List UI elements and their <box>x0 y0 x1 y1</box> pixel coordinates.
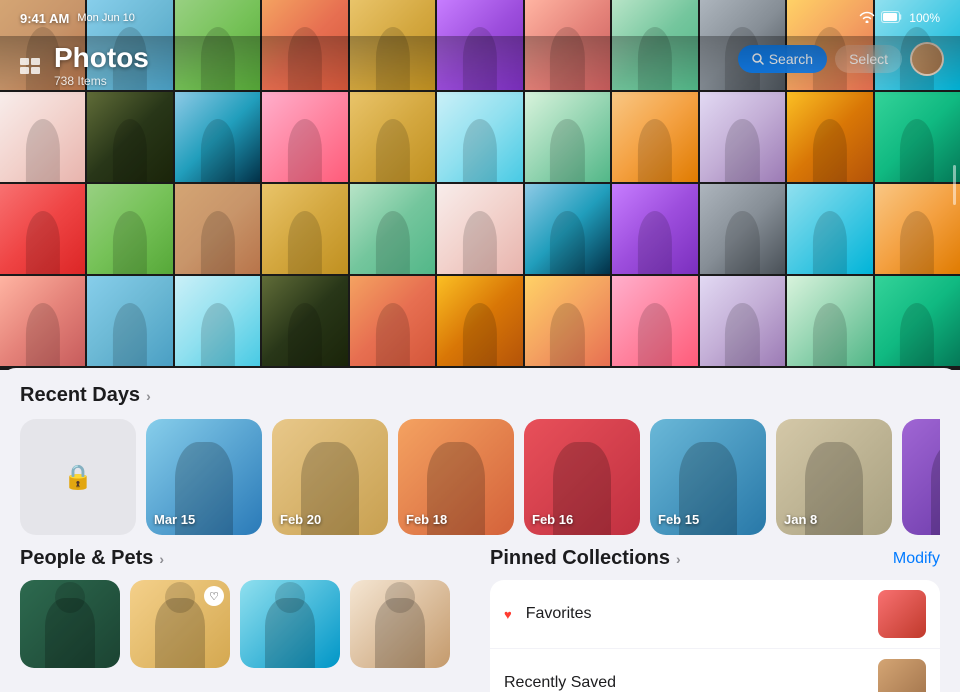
photo-cell[interactable] <box>787 92 872 182</box>
pinned-item-label-recently-saved: Recently Saved <box>504 674 616 692</box>
pinned-collections-section: Pinned Collections › Modify ♥ Favorites <box>490 547 940 692</box>
photo-cell[interactable] <box>700 184 785 274</box>
header-overlay: Photos 738 Items <box>0 36 960 96</box>
photo-cell[interactable] <box>875 92 960 182</box>
recent-days-header: Recent Days › <box>20 384 940 407</box>
photo-cell[interactable] <box>350 276 435 366</box>
person-card-1[interactable] <box>20 580 120 668</box>
day-card-hidden[interactable]: 🔒 <box>20 419 136 535</box>
day-card-mar15[interactable]: Mar 15 <box>146 419 262 535</box>
recent-days-title[interactable]: Recent Days › <box>20 384 151 407</box>
photo-cell[interactable] <box>612 276 697 366</box>
status-time: 9:41 AM Mon Jun 10 <box>20 11 135 26</box>
photo-cell[interactable] <box>437 92 522 182</box>
day-card-label-feb16: Feb 16 <box>532 512 573 527</box>
photo-cell[interactable] <box>700 92 785 182</box>
photo-cell[interactable] <box>87 276 172 366</box>
person-card-3[interactable] <box>240 580 340 668</box>
person-card-4[interactable] <box>350 580 450 668</box>
people-pets-section: People & Pets › ♡ <box>20 547 470 692</box>
photo-cell[interactable] <box>175 276 260 366</box>
photo-cell[interactable] <box>612 184 697 274</box>
photo-cell[interactable] <box>437 184 522 274</box>
photos-count: 738 Items <box>54 74 149 88</box>
bottom-section: Recent Days › 🔒 Mar 15 Feb 20 Feb 18 <box>0 368 960 692</box>
battery-icon <box>881 11 903 26</box>
status-bar: 9:41 AM Mon Jun 10 100% <box>0 0 960 36</box>
day-card-feb16[interactable]: Feb 16 <box>524 419 640 535</box>
heart-badge: ♡ <box>204 586 224 606</box>
photo-cell[interactable] <box>175 184 260 274</box>
photo-cell[interactable] <box>262 92 347 182</box>
wifi-icon <box>859 11 875 26</box>
pinned-item-label-favorites: Favorites <box>526 605 592 623</box>
day-card-label-feb15: Feb 15 <box>658 512 699 527</box>
lower-row: People & Pets › ♡ <box>0 547 960 692</box>
pinned-item-thumb-favorites <box>878 590 926 638</box>
header-title-block: Photos 738 Items <box>54 44 149 88</box>
photo-cell[interactable] <box>525 184 610 274</box>
recent-days-chevron: › <box>146 388 151 404</box>
pinned-item-recently-saved[interactable]: Recently Saved <box>490 648 940 692</box>
day-card-extra[interactable] <box>902 419 940 535</box>
day-card-feb18[interactable]: Feb 18 <box>398 419 514 535</box>
recent-days-section: Recent Days › 🔒 Mar 15 Feb 20 Feb 18 <box>0 368 960 547</box>
grid-toggle-icon[interactable] <box>20 58 40 74</box>
header-left: Photos 738 Items <box>20 44 149 88</box>
day-card-label-jan8: Jan 8 <box>784 512 817 527</box>
people-pets-chevron: › <box>159 551 164 567</box>
photo-cell[interactable] <box>525 276 610 366</box>
photo-cell[interactable] <box>612 92 697 182</box>
photo-cell[interactable] <box>787 184 872 274</box>
photo-cell[interactable] <box>700 276 785 366</box>
page-title: Photos <box>54 44 149 72</box>
pinned-collections-header: Pinned Collections › Modify <box>490 547 940 570</box>
photo-cell[interactable] <box>787 276 872 366</box>
photo-cell[interactable] <box>875 184 960 274</box>
scroll-indicator <box>953 165 956 205</box>
person-card-2[interactable]: ♡ <box>130 580 230 668</box>
photo-cell[interactable] <box>0 92 85 182</box>
day-card-feb15[interactable]: Feb 15 <box>650 419 766 535</box>
photo-cell[interactable] <box>87 92 172 182</box>
pinned-list: ♥ Favorites Recently Saved <box>490 580 940 692</box>
photo-cell[interactable] <box>0 276 85 366</box>
pinned-collections-title[interactable]: Pinned Collections › <box>490 547 681 570</box>
lock-icon: 🔒 <box>63 463 93 492</box>
favorites-heart-icon: ♥ <box>504 607 512 622</box>
status-right: 100% <box>859 11 940 26</box>
photo-cell[interactable] <box>0 184 85 274</box>
photo-cell[interactable] <box>175 92 260 182</box>
people-pets-header: People & Pets › <box>20 547 470 570</box>
pinned-collections-chevron: › <box>676 551 681 567</box>
photo-cell[interactable] <box>525 92 610 182</box>
photo-cell[interactable] <box>350 184 435 274</box>
day-card-jan8[interactable]: Jan 8 <box>776 419 892 535</box>
day-card-feb20[interactable]: Feb 20 <box>272 419 388 535</box>
people-scroll: ♡ <box>20 580 470 668</box>
day-card-label-feb20: Feb 20 <box>280 512 321 527</box>
photo-cell[interactable] <box>350 92 435 182</box>
people-pets-title[interactable]: People & Pets › <box>20 547 164 570</box>
photo-cell[interactable] <box>875 276 960 366</box>
photo-cell[interactable] <box>437 276 522 366</box>
day-card-label-mar15: Mar 15 <box>154 512 195 527</box>
photo-cell[interactable] <box>262 276 347 366</box>
pinned-item-favorites[interactable]: ♥ Favorites <box>490 580 940 648</box>
photo-cell[interactable] <box>262 184 347 274</box>
day-card-label-feb18: Feb 18 <box>406 512 447 527</box>
modify-button[interactable]: Modify <box>893 550 940 568</box>
photo-cell[interactable] <box>87 184 172 274</box>
pinned-item-thumb-recently-saved <box>878 659 926 692</box>
battery-percent: 100% <box>909 11 940 25</box>
recent-days-scroll: 🔒 Mar 15 Feb 20 Feb 18 Feb 16 <box>20 419 940 535</box>
